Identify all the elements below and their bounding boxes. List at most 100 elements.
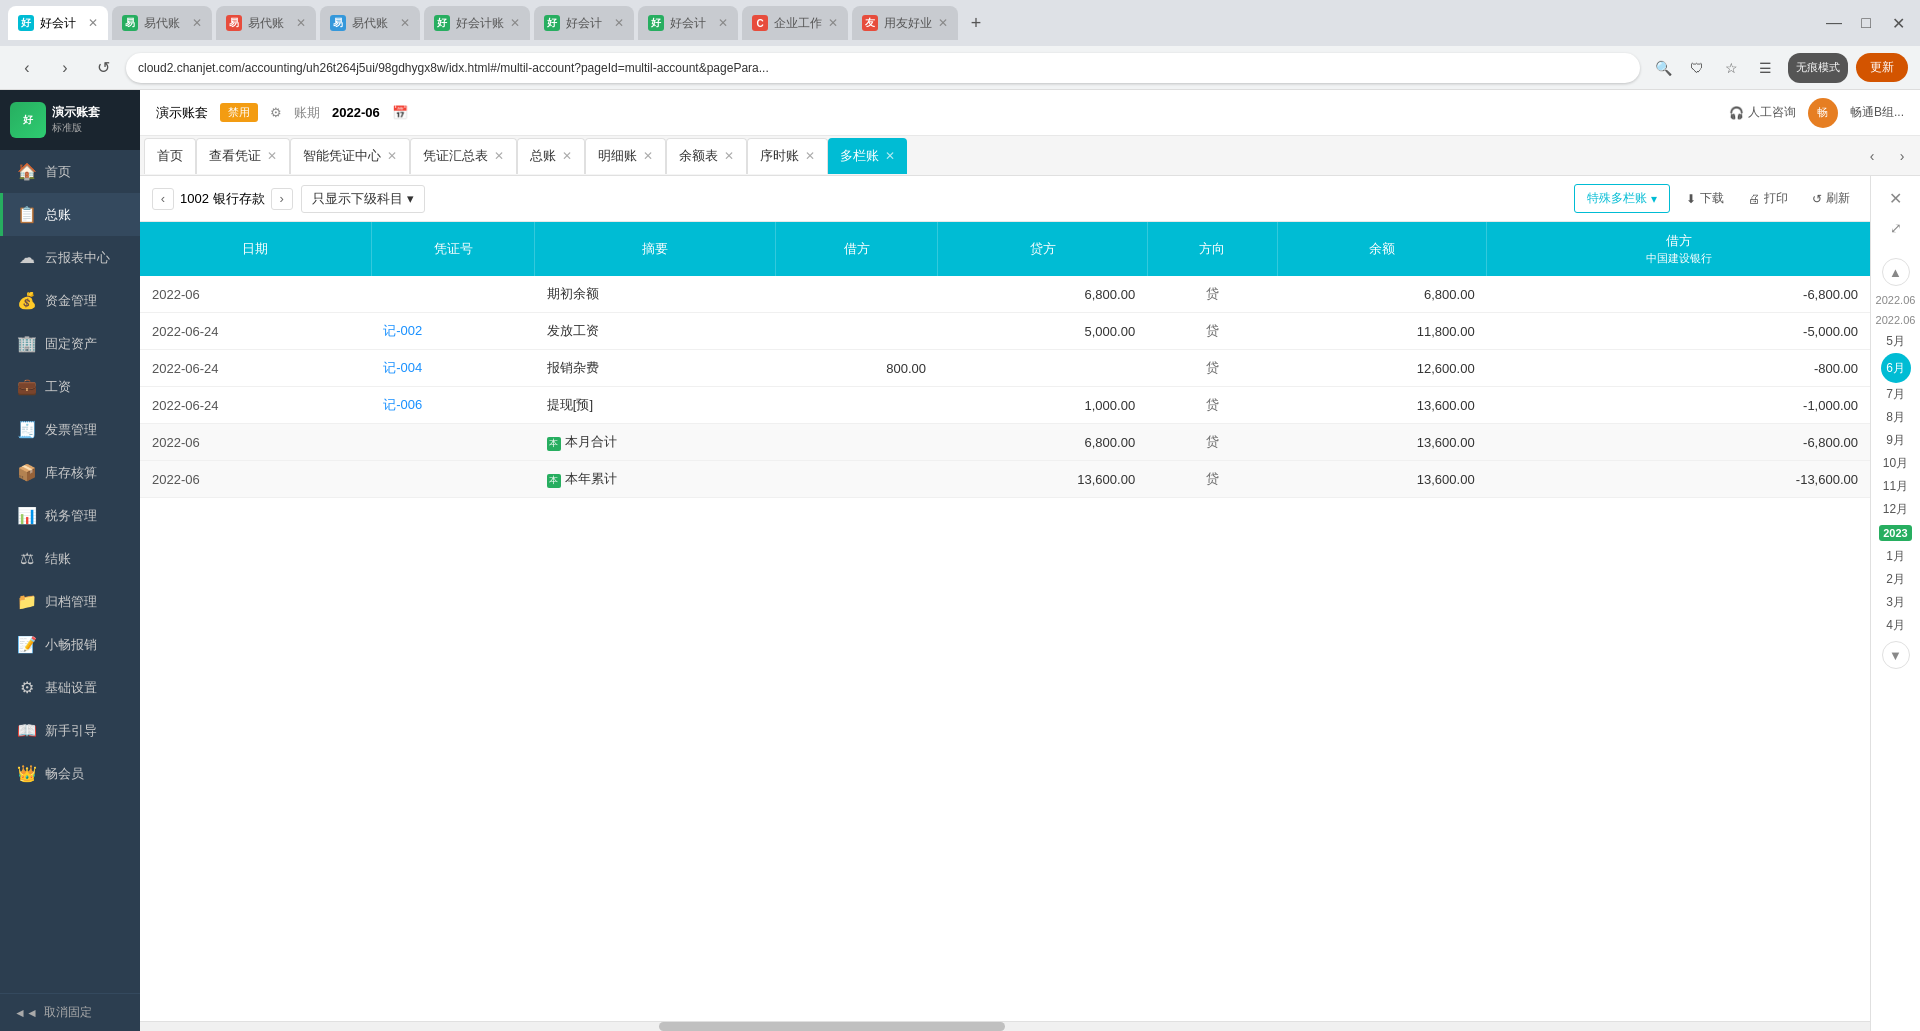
tab-close-icon[interactable]: ✕ <box>510 16 520 30</box>
forward-button[interactable]: › <box>50 53 80 83</box>
sidebar-pin-toggle[interactable]: ◄◄ 取消固定 <box>0 993 140 1031</box>
tab-close-icon[interactable]: ✕ <box>805 149 815 163</box>
sidebar-item-ledger[interactable]: 📋 总账 <box>0 193 140 236</box>
back-button[interactable]: ‹ <box>12 53 42 83</box>
tab-close-icon[interactable]: ✕ <box>387 149 397 163</box>
tab-general-ledger[interactable]: 总账 ✕ <box>517 138 585 174</box>
prev-account-button[interactable]: ‹ <box>152 188 174 210</box>
voucher-link[interactable]: 记-004 <box>383 360 422 375</box>
browser-tab-8[interactable]: C 企业工作 ✕ <box>742 6 848 40</box>
tab-close-icon[interactable]: ✕ <box>718 16 728 30</box>
tab-multi-column[interactable]: 多栏账 ✕ <box>828 138 907 174</box>
timeline-month-6[interactable]: 6月 <box>1881 353 1911 383</box>
timeline-month-2023-3[interactable]: 3月 <box>1878 591 1914 614</box>
browser-tab-3[interactable]: 易 易代账 ✕ <box>320 6 420 40</box>
profile-button[interactable]: 无痕模式 <box>1788 53 1848 83</box>
special-column-button[interactable]: 特殊多栏账 ▾ <box>1574 184 1670 213</box>
browser-tab-active[interactable]: 好 好会计 ✕ <box>8 6 108 40</box>
sidebar-item-expense[interactable]: 📝 小畅报销 <box>0 623 140 666</box>
tab-close-icon[interactable]: ✕ <box>296 16 306 30</box>
tab-close-icon[interactable]: ✕ <box>938 16 948 30</box>
sidebar-item-closing[interactable]: ⚖ 结账 <box>0 537 140 580</box>
tab-scroll-right[interactable]: › <box>1888 142 1916 170</box>
shield-icon[interactable]: 🛡 <box>1682 53 1712 83</box>
tab-close-icon[interactable]: ✕ <box>494 149 504 163</box>
sidebar-item-guide[interactable]: 📖 新手引导 <box>0 709 140 752</box>
timeline-scroll-up[interactable]: ▲ <box>1882 258 1910 286</box>
sidebar-toggle-icon[interactable]: ☰ <box>1750 53 1780 83</box>
tab-close-icon[interactable]: ✕ <box>643 149 653 163</box>
timeline-month-2023-4[interactable]: 4月 <box>1878 614 1914 637</box>
filter-dropdown[interactable]: 只显示下级科目 ▾ <box>301 185 425 213</box>
browser-tab-2[interactable]: 易 易代账 ✕ <box>216 6 316 40</box>
next-account-button[interactable]: › <box>271 188 293 210</box>
timeline-month-8[interactable]: 8月 <box>1878 406 1914 429</box>
demo-badge[interactable]: 禁用 <box>220 103 258 122</box>
right-panel-close-button[interactable]: ✕ <box>1882 184 1910 212</box>
sidebar-item-salary[interactable]: 💼 工资 <box>0 365 140 408</box>
refresh-button[interactable]: ↺ 刷新 <box>1804 184 1858 213</box>
tab-close-icon[interactable]: ✕ <box>88 16 98 30</box>
browser-tab-4[interactable]: 好 好会计账 ✕ <box>424 6 530 40</box>
browser-tab-9[interactable]: 友 用友好业 ✕ <box>852 6 958 40</box>
sidebar-item-invoice[interactable]: 🧾 发票管理 <box>0 408 140 451</box>
tab-close-icon[interactable]: ✕ <box>614 16 624 30</box>
browser-tab-6[interactable]: 好 好会计 ✕ <box>534 6 634 40</box>
sidebar-item-cloud-report[interactable]: ☁ 云报表中心 <box>0 236 140 279</box>
calendar-icon[interactable]: 📅 <box>392 105 408 120</box>
tab-sequence-ledger[interactable]: 序时账 ✕ <box>747 138 828 174</box>
horizontal-scrollbar[interactable] <box>140 1021 1870 1031</box>
timeline-month-2023-1[interactable]: 1月 <box>1878 545 1914 568</box>
browser-tab-1[interactable]: 易 易代账 ✕ <box>112 6 212 40</box>
star-icon[interactable]: ☆ <box>1716 53 1746 83</box>
tab-detail-ledger[interactable]: 明细账 ✕ <box>585 138 666 174</box>
scrollbar-thumb[interactable] <box>659 1022 1005 1031</box>
voucher-link[interactable]: 记-002 <box>383 323 422 338</box>
tab-scroll-left[interactable]: ‹ <box>1858 142 1886 170</box>
new-tab-button[interactable]: + <box>962 9 990 37</box>
timeline-month-7[interactable]: 7月 <box>1878 383 1914 406</box>
settings-icon[interactable]: ⚙ <box>270 105 282 120</box>
tab-balance-sheet[interactable]: 余额表 ✕ <box>666 138 747 174</box>
tab-close-icon[interactable]: ✕ <box>192 16 202 30</box>
tab-close-icon[interactable]: ✕ <box>400 16 410 30</box>
tab-home[interactable]: 首页 <box>144 138 196 174</box>
sidebar-item-member[interactable]: 👑 畅会员 <box>0 752 140 795</box>
tab-voucher-summary[interactable]: 凭证汇总表 ✕ <box>410 138 517 174</box>
tab-close-icon[interactable]: ✕ <box>562 149 572 163</box>
timeline-month-11[interactable]: 11月 <box>1878 475 1914 498</box>
address-input[interactable] <box>126 53 1640 83</box>
timeline-month-2023-2[interactable]: 2月 <box>1878 568 1914 591</box>
update-button[interactable]: 更新 <box>1856 53 1908 82</box>
timeline-month-9[interactable]: 9月 <box>1878 429 1914 452</box>
sidebar-item-funds[interactable]: 💰 资金管理 <box>0 279 140 322</box>
sidebar-item-archive[interactable]: 📁 归档管理 <box>0 580 140 623</box>
timeline-scroll-down[interactable]: ▼ <box>1882 641 1910 669</box>
timeline-month-10[interactable]: 10月 <box>1878 452 1914 475</box>
timeline-month-12[interactable]: 12月 <box>1878 498 1914 521</box>
tab-close-icon[interactable]: ✕ <box>724 149 734 163</box>
close-button[interactable]: ✕ <box>1884 9 1912 37</box>
voucher-link[interactable]: 记-006 <box>383 397 422 412</box>
right-panel-expand-button[interactable]: ⤢ <box>1882 214 1910 242</box>
sidebar-item-assets[interactable]: 🏢 固定资产 <box>0 322 140 365</box>
sidebar-item-tax[interactable]: 📊 税务管理 <box>0 494 140 537</box>
download-button[interactable]: ⬇ 下载 <box>1678 184 1732 213</box>
timeline-month-5[interactable]: 5月 <box>1878 330 1914 353</box>
tab-smart-voucher[interactable]: 智能凭证中心 ✕ <box>290 138 410 174</box>
sidebar-item-settings[interactable]: ⚙ 基础设置 <box>0 666 140 709</box>
service-button[interactable]: 🎧 人工咨询 <box>1729 104 1796 121</box>
minimize-button[interactable]: — <box>1820 9 1848 37</box>
tab-close-icon[interactable]: ✕ <box>828 16 838 30</box>
print-button[interactable]: 🖨 打印 <box>1740 184 1796 213</box>
reload-button[interactable]: ↺ <box>88 53 118 83</box>
sidebar-item-inventory[interactable]: 📦 库存核算 <box>0 451 140 494</box>
tab-close-icon[interactable]: ✕ <box>267 149 277 163</box>
user-avatar[interactable]: 畅 <box>1808 98 1838 128</box>
maximize-button[interactable]: □ <box>1852 9 1880 37</box>
sidebar-item-home[interactable]: 🏠 首页 <box>0 150 140 193</box>
tab-view-voucher[interactable]: 查看凭证 ✕ <box>196 138 290 174</box>
tab-close-icon[interactable]: ✕ <box>885 149 895 163</box>
search-icon[interactable]: 🔍 <box>1648 53 1678 83</box>
browser-tab-7[interactable]: 好 好会计 ✕ <box>638 6 738 40</box>
